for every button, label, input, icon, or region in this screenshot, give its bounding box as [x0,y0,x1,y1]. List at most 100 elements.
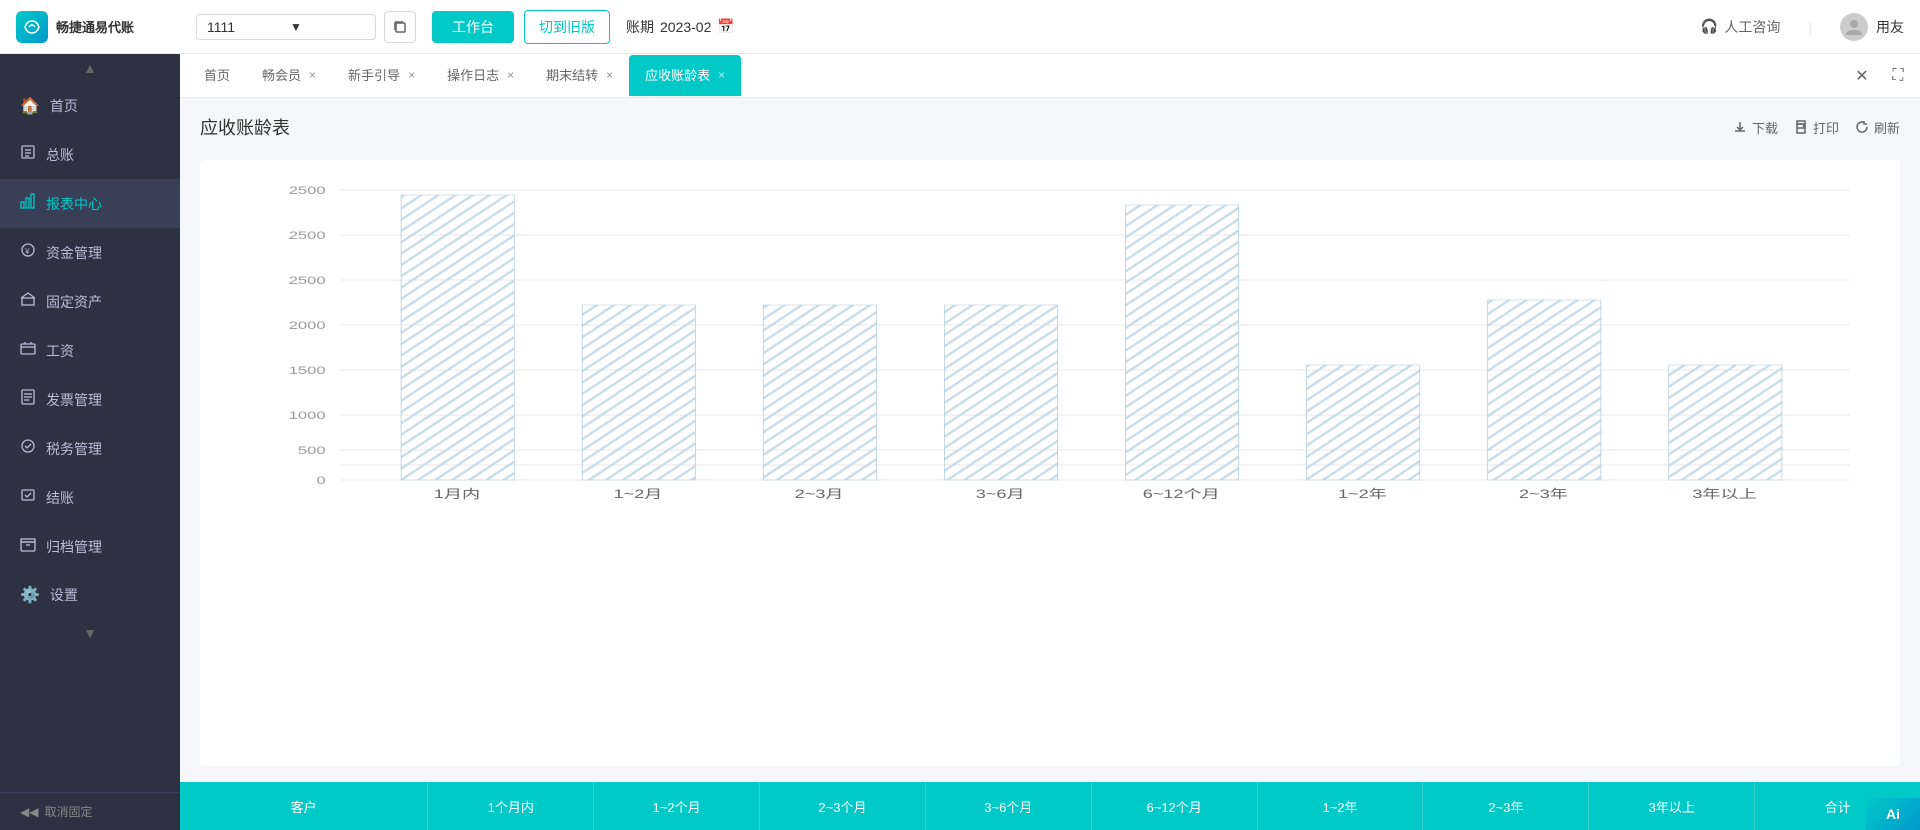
sidebar-item-report[interactable]: 报表中心 [0,179,180,228]
invoice-icon [20,389,36,410]
tab-actions: ✕ ⛶ [1848,62,1912,90]
period-label: 账期 [626,17,654,37]
chevron-down-icon: ▼ [290,20,365,34]
report-icon [20,193,36,214]
workbench-button[interactable]: 工作台 [432,11,514,43]
bar-1月内 [401,195,514,480]
refresh-label: 刷新 [1874,118,1900,137]
logo-icon [16,11,48,43]
tab-bar: 首页 畅会员 × 新手引导 × 操作日志 × 期末结转 × 应收账龄表 × [180,54,1920,98]
svg-text:2500: 2500 [289,184,326,196]
sidebar-item-funds[interactable]: ¥ 资金管理 [0,228,180,277]
tab-oplog[interactable]: 操作日志 × [431,55,530,96]
tab-guide-label: 新手引导 [348,65,400,84]
user-name: 用友 [1876,17,1904,37]
headset-icon: 🎧 [1701,18,1718,35]
svg-text:1~2月: 1~2月 [614,488,663,500]
calendar-icon[interactable]: 📅 [717,18,734,35]
refresh-button[interactable]: 刷新 [1855,118,1900,137]
table-header-2-3y: 2~3年 [1423,782,1589,830]
sidebar-item-settings[interactable]: ⚙️ 设置 [0,571,180,619]
tab-oplog-label: 操作日志 [447,65,499,84]
sidebar-scroll-down[interactable]: ▼ [0,619,180,647]
tab-oplog-close[interactable]: × [507,68,514,82]
tab-ar-aging-close[interactable]: × [718,68,725,82]
sidebar-label-report: 报表中心 [46,194,102,214]
content-area: 首页 畅会员 × 新手引导 × 操作日志 × 期末结转 × 应收账龄表 × [180,54,1920,830]
archive-icon [20,536,36,557]
pin-icon: ◀◀ [20,805,38,819]
svg-text:3~6月: 3~6月 [976,488,1025,500]
tab-home-label: 首页 [204,65,230,84]
refresh-icon [1855,120,1869,134]
tab-member-label: 畅会员 [262,65,301,84]
tab-close-button[interactable]: ✕ [1848,62,1876,90]
sidebar-scroll-up[interactable]: ▲ [0,54,180,82]
sidebar-label-assets: 固定资产 [46,292,102,312]
tab-home[interactable]: 首页 [188,55,246,96]
bar-chart: 2500 2500 2500 2000 1500 1000 500 0 [220,180,1880,500]
tab-ar-aging[interactable]: 应收账龄表 × [629,55,741,96]
tab-member-close[interactable]: × [309,68,316,82]
checkout-icon [20,487,36,508]
period-area: 账期 2023-02 📅 [626,17,735,37]
sidebar-item-salary[interactable]: 工资 [0,326,180,375]
action-buttons: 下载 打印 [1733,118,1900,137]
avatar [1840,13,1868,41]
page-title: 应收账龄表 [200,114,290,140]
switch-version-button[interactable]: 切到旧版 [524,10,610,44]
tab-ar-aging-label: 应收账龄表 [645,65,710,84]
sidebar-label-salary: 工资 [46,341,74,361]
salary-icon [20,340,36,361]
ledger-icon [20,144,36,165]
table-header-3-6m: 3~6个月 [926,782,1092,830]
tab-member[interactable]: 畅会员 × [246,55,332,96]
table-header-6-12m: 6~12个月 [1092,782,1258,830]
sidebar-item-ledger[interactable]: 总账 [0,130,180,179]
svg-text:¥: ¥ [24,247,30,256]
ai-badge[interactable]: Ai [1866,798,1920,830]
cancel-fixed-label: 取消固定 [44,803,92,820]
home-icon: 🏠 [20,96,40,116]
bar-3-6月 [944,305,1057,480]
download-button[interactable]: 下载 [1733,118,1778,137]
sidebar-item-tax[interactable]: 税务管理 [0,424,180,473]
table-header-customer: 客户 [180,782,428,830]
tab-guide[interactable]: 新手引导 × [332,55,431,96]
svg-text:1~2年: 1~2年 [1338,487,1387,500]
tab-guide-close[interactable]: × [408,68,415,82]
tab-expand-button[interactable]: ⛶ [1884,62,1912,90]
table-header-1-2y: 1~2年 [1258,782,1424,830]
sidebar-item-home[interactable]: 🏠 首页 [0,82,180,130]
sidebar-label-tax: 税务管理 [46,439,102,459]
chart-container: 2500 2500 2500 2000 1500 1000 500 0 [200,160,1900,766]
user-area[interactable]: 用友 [1840,13,1904,41]
sidebar-item-archive[interactable]: 归档管理 [0,522,180,571]
svg-text:1500: 1500 [289,364,326,376]
consult-button[interactable]: 🎧 人工咨询 [1701,17,1780,37]
svg-text:2~3年: 2~3年 [1519,487,1568,500]
period-value: 2023-02 [660,19,711,35]
svg-text:1月内: 1月内 [434,487,480,500]
sidebar-label-checkout: 结账 [46,488,74,508]
print-button[interactable]: 打印 [1794,118,1839,137]
sidebar: ▲ 🏠 首页 总账 [0,54,180,830]
table-header-2-3m: 2~3个月 [760,782,926,830]
consult-label: 人工咨询 [1724,17,1780,37]
svg-text:0: 0 [316,474,325,486]
tab-period-end[interactable]: 期末结转 × [530,55,629,96]
page-content: 应收账龄表 下载 [180,98,1920,782]
sidebar-label-home: 首页 [50,96,78,116]
company-name: 1111 [207,19,282,35]
company-selector[interactable]: 1111 ▼ [196,14,376,40]
sidebar-item-assets[interactable]: 固定资产 [0,277,180,326]
sidebar-item-checkout[interactable]: 结账 [0,473,180,522]
bar-1-2年 [1307,365,1420,480]
tab-period-end-close[interactable]: × [606,68,613,82]
cancel-fixed-button[interactable]: ◀◀ 取消固定 [0,792,180,830]
main-layout: ▲ 🏠 首页 总账 [0,54,1920,830]
tab-period-end-label: 期末结转 [546,65,598,84]
settings-icon: ⚙️ [20,585,40,605]
sidebar-item-invoice[interactable]: 发票管理 [0,375,180,424]
copy-icon[interactable] [384,11,416,43]
